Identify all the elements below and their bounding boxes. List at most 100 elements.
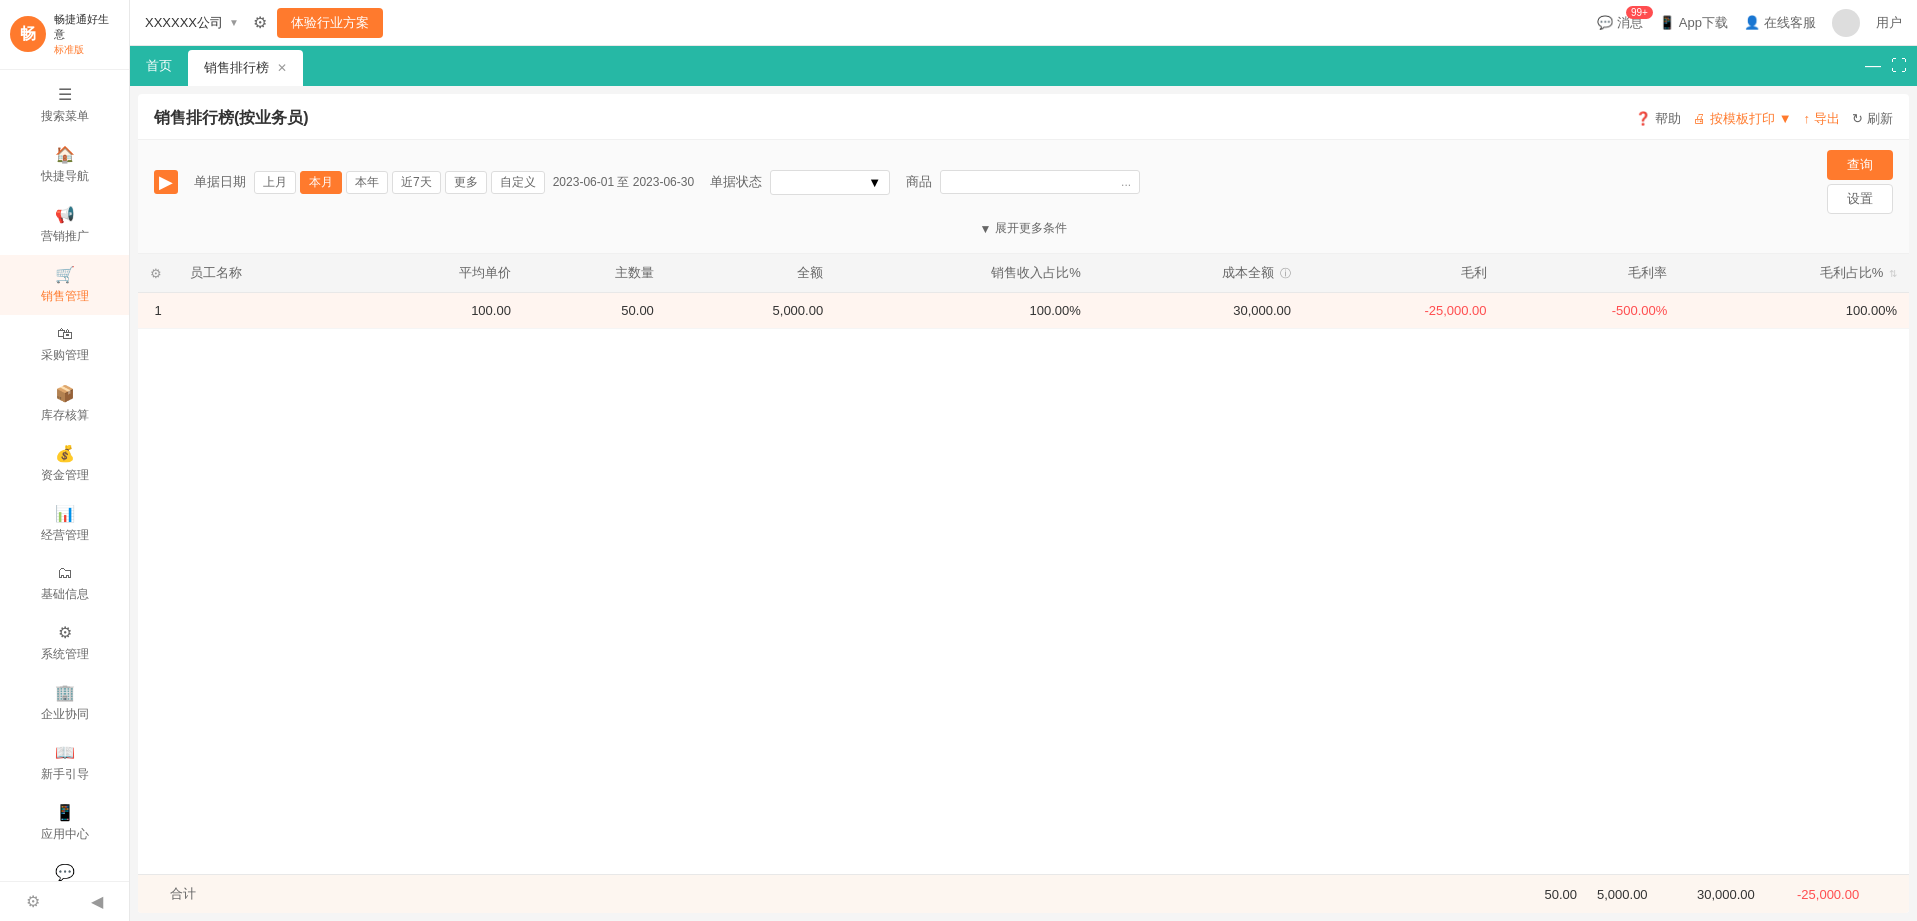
date-buttons: 上月 本月 本年 近7天 更多 自定义	[254, 171, 545, 194]
tab-label: 销售排行榜	[204, 59, 269, 77]
expand-filter-button[interactable]: ▼ 展开更多条件	[154, 214, 1893, 243]
app-download-button[interactable]: 📱 App下载	[1659, 14, 1728, 32]
tab-close-icon[interactable]: ✕	[277, 61, 287, 75]
sales-icon: 🛒	[55, 265, 75, 284]
sidebar-item-guide[interactable]: 📖 新手引导	[0, 733, 129, 793]
col-qty-header: 主数量	[523, 254, 666, 293]
sidebar-item-search[interactable]: ☰ 搜索菜单	[0, 75, 129, 135]
window-maximize-icon[interactable]: ⛶	[1891, 57, 1907, 75]
sidebar-item-basic-info[interactable]: 🗂基础信息	[0, 554, 129, 613]
sidebar-item-capital[interactable]: 💰资金管理	[0, 434, 129, 494]
message-button[interactable]: 💬 消息 99+	[1597, 14, 1643, 32]
window-minimize-icon[interactable]: —	[1865, 57, 1881, 75]
page-container: 销售排行榜(按业务员) ❓ 帮助 🖨 按模板打印 ▼ ↑ 导出	[138, 94, 1909, 913]
trial-button[interactable]: 体验行业方案	[277, 8, 383, 38]
filter-actions: 查询 设置	[1827, 150, 1893, 214]
sidebar-settings-icon[interactable]: ⚙	[26, 892, 40, 911]
export-button[interactable]: ↑ 导出	[1804, 110, 1841, 128]
export-icon: ↑	[1804, 111, 1811, 126]
print-button[interactable]: 🖨 按模板打印 ▼	[1693, 110, 1792, 128]
query-button[interactable]: 查询	[1827, 150, 1893, 180]
date-filter-group: 单据日期 上月 本月 本年 近7天 更多 自定义 2023-06-01 至 20…	[194, 171, 694, 194]
guide-label: 新手引导	[41, 766, 89, 783]
col-sales-pct-header: 销售收入占比%	[835, 254, 1093, 293]
goods-more-icon[interactable]: ...	[1121, 175, 1131, 189]
sidebar-item-quick-nav[interactable]: 🏠 快捷导航	[0, 135, 129, 195]
col-settings-icon[interactable]: ⚙	[150, 266, 162, 281]
status-select[interactable]: ▼	[770, 170, 890, 195]
cost-info-icon[interactable]: ⓘ	[1280, 267, 1291, 279]
sidebar-item-sales[interactable]: 🛒 销售管理	[0, 255, 129, 315]
sidebar-item-operations[interactable]: 📊经营管理	[0, 494, 129, 554]
quick-nav-label: 快捷导航	[41, 168, 89, 185]
sidebar-item-wechat[interactable]: 💬企业微信	[0, 853, 129, 881]
status-filter-label: 单据状态	[710, 173, 762, 191]
date-btn-more[interactable]: 更多	[445, 171, 487, 194]
user-name[interactable]: 用户	[1876, 14, 1902, 32]
goods-filter-group: 商品 ...	[906, 170, 1140, 194]
footer-qty: 50.00	[1544, 887, 1577, 902]
col-name-header: 员工名称	[178, 254, 350, 293]
service-icon: 👤	[1744, 15, 1760, 30]
filter-toggle-icon[interactable]: ▶	[154, 170, 178, 194]
sidebar-nav: ☰ 搜索菜单 🏠 快捷导航 📢营销推广 🛒 销售管理 🛍 采购管理 📦库存核算💰资金管理📊经营管理…	[0, 70, 129, 881]
date-btn-last-month[interactable]: 上月	[254, 171, 296, 194]
purchase-label: 采购管理	[41, 347, 89, 364]
quick-nav-icon: 🏠	[55, 145, 75, 164]
sidebar-item-enterprise[interactable]: 🏢企业协同	[0, 673, 129, 733]
table-area: ⚙ 员工名称 平均单价 主数量 全额 销售收入占比% 成本全额 ⓘ 毛利 毛利率…	[138, 254, 1909, 874]
tab-actions: — ⛶	[1865, 57, 1917, 75]
date-range-display: 2023-06-01 至 2023-06-30	[553, 174, 694, 191]
content-area: 销售排行榜(按业务员) ❓ 帮助 🖨 按模板打印 ▼ ↑ 导出	[130, 86, 1917, 921]
system-label: 系统管理	[41, 646, 89, 663]
purchase-icon: 🛍	[57, 325, 73, 343]
company-settings-icon[interactable]: ⚙	[253, 13, 267, 32]
sidebar-item-inventory[interactable]: 📦库存核算	[0, 374, 129, 434]
main-area: XXXXXX公司 ▼ ⚙ 体验行业方案 💬 消息 99+ 📱 App下载 👤 在…	[130, 0, 1917, 921]
search-label: 搜索菜单	[41, 108, 89, 125]
col-settings: ⚙	[138, 254, 178, 293]
inventory-label: 库存核算	[41, 407, 89, 424]
date-btn-custom[interactable]: 自定义	[491, 171, 545, 194]
enterprise-icon: 🏢	[55, 683, 75, 702]
col-amount-header: 全额	[666, 254, 835, 293]
table-header: ⚙ 员工名称 平均单价 主数量 全额 销售收入占比% 成本全额 ⓘ 毛利 毛利率…	[138, 254, 1909, 293]
marketing-label: 营销推广	[41, 228, 89, 245]
sidebar-collapse-icon[interactable]: ◀	[91, 892, 103, 911]
app-center-icon: 📱	[55, 803, 75, 822]
goods-input[interactable]: ...	[940, 170, 1140, 194]
setting-button[interactable]: 设置	[1827, 184, 1893, 214]
date-btn-last-7-days[interactable]: 近7天	[392, 171, 441, 194]
sales-pct-cell: 100.00%	[835, 293, 1093, 329]
search-icon: ☰	[58, 85, 72, 104]
filter-area: ▶ 单据日期 上月 本月 本年 近7天 更多 自定义 2023-06-01 至 …	[138, 140, 1909, 254]
help-label: 帮助	[1655, 110, 1681, 128]
gross-pct-sort-icon[interactable]: ⇅	[1889, 268, 1897, 279]
tab-sales-ranking[interactable]: 销售排行榜 ✕	[188, 50, 303, 86]
help-icon: ❓	[1635, 111, 1651, 126]
sidebar-item-marketing[interactable]: 📢营销推广	[0, 195, 129, 255]
avatar[interactable]	[1832, 9, 1860, 37]
qty-cell: 50.00	[523, 293, 666, 329]
date-filter-label: 单据日期	[194, 173, 246, 191]
help-button[interactable]: ❓ 帮助	[1635, 110, 1681, 128]
date-btn-current-year[interactable]: 本年	[346, 171, 388, 194]
guide-icon: 📖	[55, 743, 75, 762]
date-btn-current-month[interactable]: 本月	[300, 171, 342, 194]
sidebar-item-system[interactable]: ⚙系统管理	[0, 613, 129, 673]
refresh-label: 刷新	[1867, 110, 1893, 128]
tab-home[interactable]: 首页	[130, 46, 188, 86]
sidebar-item-purchase[interactable]: 🛍 采购管理	[0, 315, 129, 374]
online-service-button[interactable]: 👤 在线客服	[1744, 14, 1816, 32]
sales-label: 销售管理	[41, 288, 89, 305]
company-selector[interactable]: XXXXXX公司 ▼	[145, 14, 239, 32]
print-icon: 🖨	[1693, 111, 1706, 126]
table-body: 1 100.00 50.00 5,000.00 100.00% 30,000.0…	[138, 293, 1909, 329]
cost-cell: 30,000.00	[1093, 293, 1303, 329]
name-cell	[178, 293, 350, 329]
footer-gross: -25,000.00	[1797, 887, 1897, 902]
online-service-label: 在线客服	[1764, 14, 1816, 32]
sidebar-item-app-center[interactable]: 📱应用中心	[0, 793, 129, 853]
refresh-button[interactable]: ↻ 刷新	[1852, 110, 1893, 128]
sidebar: 畅 畅捷通好生意 标准版 ☰搜索菜单🏠快捷导航📢营销推广🛒销售管理🛍采购管理📦库…	[0, 0, 130, 921]
